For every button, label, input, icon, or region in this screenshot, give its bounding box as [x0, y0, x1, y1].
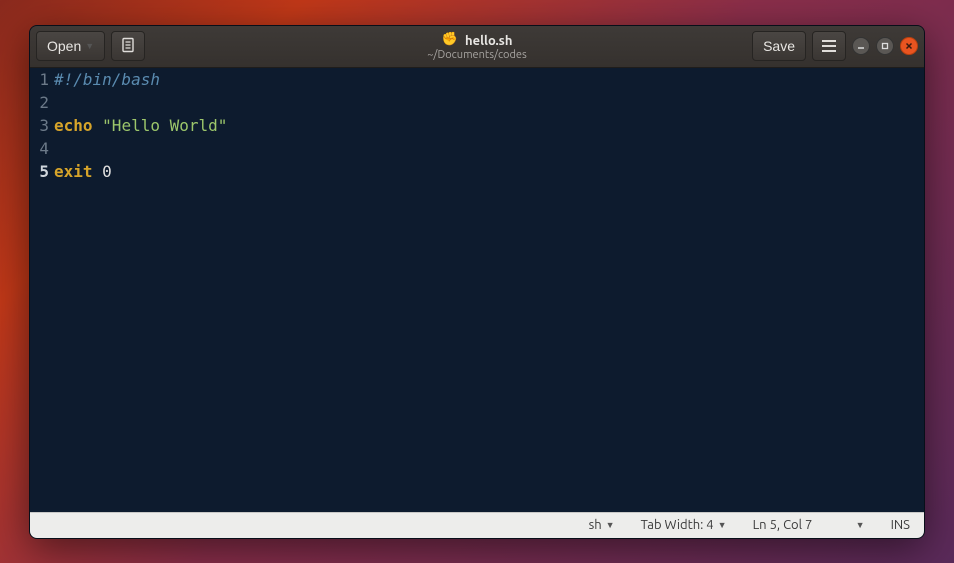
insert-mode-label: INS — [891, 518, 910, 532]
gedit-window: Open ▼ ✊ hello.sh ~/Documents/codes Save — [29, 25, 925, 539]
tab-width-selector[interactable]: Tab Width: 4 ▼ — [637, 518, 731, 532]
language-label: sh — [589, 518, 602, 532]
save-button[interactable]: Save — [752, 31, 806, 61]
new-document-button[interactable] — [111, 31, 145, 61]
titlebar: Open ▼ ✊ hello.sh ~/Documents/codes Save — [30, 26, 924, 68]
caret-down-icon: ▼ — [718, 520, 727, 530]
window-maximize-button[interactable] — [876, 37, 894, 55]
open-button-label: Open — [47, 38, 81, 54]
window-minimize-button[interactable] — [852, 37, 870, 55]
save-button-label: Save — [763, 38, 795, 54]
caret-down-icon: ▼ — [85, 41, 94, 51]
code-line[interactable]: echo "Hello World" — [54, 114, 924, 137]
new-document-icon — [120, 37, 136, 56]
hamburger-icon — [822, 40, 836, 52]
code-line[interactable]: #!/bin/bash — [54, 68, 924, 91]
statusbar: sh ▼ Tab Width: 4 ▼ Ln 5, Col 7 ▼ INS — [30, 512, 924, 538]
code-line[interactable]: exit 0 — [54, 160, 924, 183]
insert-mode[interactable]: INS — [887, 518, 914, 532]
window-close-button[interactable] — [900, 37, 918, 55]
line-number: 5 — [30, 160, 49, 183]
line-number: 2 — [30, 91, 49, 114]
tab-width-label: Tab Width: 4 — [641, 518, 714, 532]
open-button[interactable]: Open ▼ — [36, 31, 105, 61]
cursor-position[interactable]: Ln 5, Col 7 ▼ — [749, 518, 869, 532]
line-number: 4 — [30, 137, 49, 160]
code-line[interactable] — [54, 137, 924, 160]
editor-area[interactable]: 12345 #!/bin/bash echo "Hello World" exi… — [30, 68, 924, 512]
cursor-position-label: Ln 5, Col 7 — [753, 518, 813, 532]
caret-down-icon: ▼ — [606, 520, 615, 530]
file-name: hello.sh — [465, 34, 512, 48]
code-content[interactable]: #!/bin/bash echo "Hello World" exit 0 — [52, 68, 924, 512]
code-line[interactable] — [54, 91, 924, 114]
caret-down-icon: ▼ — [856, 520, 865, 530]
menu-button[interactable] — [812, 31, 846, 61]
line-number-gutter: 12345 — [30, 68, 52, 512]
language-selector[interactable]: sh ▼ — [585, 518, 619, 532]
line-number: 3 — [30, 114, 49, 137]
line-number: 1 — [30, 68, 49, 91]
grip-icon: ✊ — [442, 32, 458, 46]
file-path: ~/Documents/codes — [427, 49, 527, 61]
